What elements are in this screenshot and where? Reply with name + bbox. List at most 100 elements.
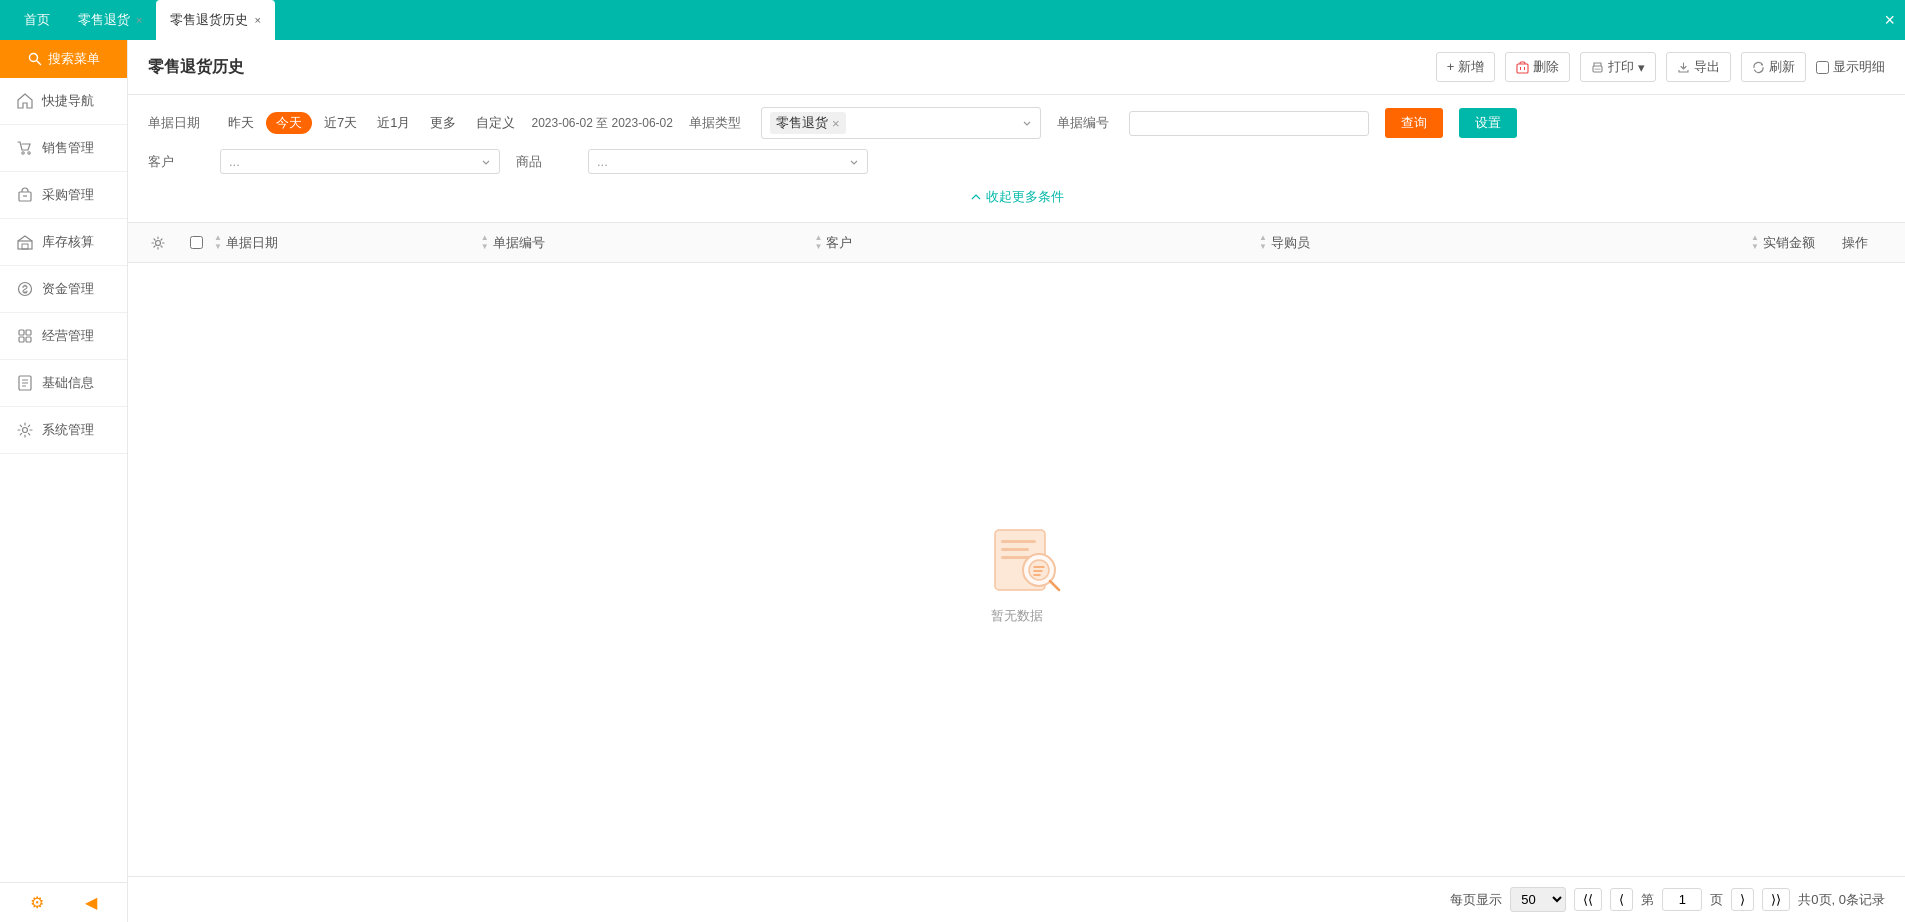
svg-rect-12	[26, 337, 31, 342]
refresh-icon	[1752, 61, 1765, 74]
show-detail-checkbox-label[interactable]: 显示明细	[1816, 58, 1885, 76]
th-amount[interactable]: ▲ ▼ 实销金额	[1593, 234, 1815, 252]
page-size-label: 每页显示	[1450, 891, 1502, 909]
th-customer-label: 客户	[826, 234, 852, 252]
sort-customer-icon: ▲ ▼	[814, 234, 822, 251]
tab-retail-return-history-label: 零售退货历史	[170, 11, 248, 29]
doc-type-selected-values: 零售退货 ×	[770, 112, 846, 134]
th-action: 操作	[1815, 234, 1895, 252]
next-page-button[interactable]: ⟩	[1731, 888, 1754, 911]
goods-select[interactable]: ...	[588, 149, 868, 174]
sidebar-item-sales-mgmt-label: 销售管理	[42, 139, 94, 157]
page-size-select[interactable]: 50 10 20 100	[1510, 887, 1566, 912]
tab-retail-return[interactable]: 零售退货 ×	[64, 0, 156, 40]
sidebar-item-purchase-mgmt[interactable]: 采购管理	[0, 172, 127, 219]
sidebar-item-quick-nav[interactable]: 快捷导航	[0, 78, 127, 125]
sort-number-icon: ▲ ▼	[481, 234, 489, 251]
date-option-1month[interactable]: 近1月	[369, 112, 418, 134]
th-guide[interactable]: ▲ ▼ 导购员	[1259, 234, 1593, 252]
th-action-label: 操作	[1842, 234, 1868, 252]
settings-bottom-icon[interactable]: ⚙	[30, 893, 44, 912]
date-option-more[interactable]: 更多	[422, 112, 464, 134]
svg-rect-10	[26, 330, 31, 335]
delete-button[interactable]: 删除	[1505, 52, 1570, 82]
tab-home[interactable]: 首页	[10, 0, 64, 40]
sidebar-item-basic-info[interactable]: 基础信息	[0, 360, 127, 407]
th-checkbox[interactable]	[178, 236, 214, 249]
filter-area: 单据日期 昨天 今天 近7天 近1月 更多 自定义 2023-06-02 至 2…	[128, 95, 1905, 223]
collapse-sidebar-icon[interactable]: ◀	[85, 893, 97, 912]
sidebar-item-operation-mgmt[interactable]: 经营管理	[0, 313, 127, 360]
header-actions: + 新增 删除 打印 ▾ 导出 刷新	[1436, 52, 1885, 82]
refresh-button-label: 刷新	[1769, 58, 1795, 76]
query-button[interactable]: 查询	[1385, 108, 1443, 138]
home-icon	[16, 92, 34, 110]
doc-type-tag-remove[interactable]: ×	[832, 116, 840, 131]
empty-illustration	[977, 515, 1057, 595]
collapse-label: 收起更多条件	[986, 188, 1064, 206]
empty-state: 暂无数据	[128, 263, 1905, 876]
chevron-down-icon-3	[849, 157, 859, 167]
doc-type-select[interactable]: 零售退货 ×	[761, 107, 1041, 139]
th-settings[interactable]	[138, 236, 178, 250]
select-all-checkbox[interactable]	[190, 236, 203, 249]
sidebar-item-finance-mgmt[interactable]: 资金管理	[0, 266, 127, 313]
print-button[interactable]: 打印 ▾	[1580, 52, 1656, 82]
setting-button[interactable]: 设置	[1459, 108, 1517, 138]
refresh-button[interactable]: 刷新	[1741, 52, 1806, 82]
first-page-button[interactable]: ⟨⟨	[1574, 888, 1602, 911]
page-header: 零售退货历史 + 新增 删除 打印 ▾ 导出	[128, 40, 1905, 95]
svg-rect-9	[19, 330, 24, 335]
gear-icon	[151, 236, 165, 250]
customer-select[interactable]: ...	[220, 149, 500, 174]
print-dropdown-icon[interactable]: ▾	[1638, 60, 1645, 75]
date-range: 2023-06-02 至 2023-06-02	[531, 115, 672, 132]
total-info: 共0页, 0条记录	[1798, 891, 1885, 909]
sidebar-item-operation-mgmt-label: 经营管理	[42, 327, 94, 345]
th-customer[interactable]: ▲ ▼ 客户	[814, 234, 1259, 252]
customer-placeholder: ...	[229, 154, 240, 169]
sort-date-icon: ▲ ▼	[214, 234, 222, 251]
svg-point-23	[156, 240, 161, 245]
tab-retail-return-history[interactable]: 零售退货历史 ×	[156, 0, 274, 40]
th-number[interactable]: ▲ ▼ 单据编号	[481, 234, 815, 252]
tab-list: 首页 零售退货 × 零售退货历史 ×	[10, 0, 1884, 40]
date-option-custom[interactable]: 自定义	[468, 112, 523, 134]
page-input[interactable]	[1662, 888, 1702, 911]
th-date[interactable]: ▲ ▼ 单据日期	[214, 234, 481, 252]
table-header: ▲ ▼ 单据日期 ▲ ▼ 单据编号 ▲ ▼	[128, 223, 1905, 263]
finance-icon	[16, 280, 34, 298]
export-button-label: 导出	[1694, 58, 1720, 76]
tab-retail-return-close[interactable]: ×	[136, 14, 142, 26]
sidebar-item-quick-nav-label: 快捷导航	[42, 92, 94, 110]
export-icon	[1677, 61, 1690, 74]
page-unit: 页	[1710, 891, 1723, 909]
tab-retail-return-history-close[interactable]: ×	[254, 14, 260, 26]
date-option-7days[interactable]: 近7天	[316, 112, 365, 134]
search-menu[interactable]: 搜索菜单	[0, 40, 127, 78]
sidebar-item-system-mgmt-label: 系统管理	[42, 421, 94, 439]
search-menu-label: 搜索菜单	[48, 50, 100, 68]
prev-page-button[interactable]: ⟨	[1610, 888, 1633, 911]
filter-row-1: 单据日期 昨天 今天 近7天 近1月 更多 自定义 2023-06-02 至 2…	[148, 107, 1885, 139]
window-close-button[interactable]: ×	[1884, 10, 1895, 31]
page-title: 零售退货历史	[148, 57, 244, 78]
svg-rect-22	[1595, 68, 1601, 70]
show-detail-checkbox[interactable]	[1816, 61, 1829, 74]
last-page-button[interactable]: ⟩⟩	[1762, 888, 1790, 911]
delete-button-label: 删除	[1533, 58, 1559, 76]
tab-retail-return-label: 零售退货	[78, 11, 130, 29]
doc-number-input[interactable]	[1129, 111, 1369, 136]
svg-point-2	[22, 152, 24, 154]
collapse-button[interactable]: 收起更多条件	[970, 188, 1064, 206]
chevron-down-icon-2	[481, 157, 491, 167]
sidebar-item-sales-mgmt[interactable]: 销售管理	[0, 125, 127, 172]
date-option-yesterday[interactable]: 昨天	[220, 112, 262, 134]
sidebar-item-inventory-calc[interactable]: 库存核算	[0, 219, 127, 266]
export-button[interactable]: 导出	[1666, 52, 1731, 82]
sidebar-item-system-mgmt[interactable]: 系统管理	[0, 407, 127, 454]
info-icon	[16, 374, 34, 392]
add-button[interactable]: + 新增	[1436, 52, 1495, 82]
date-option-today[interactable]: 今天	[266, 112, 312, 134]
main-layout: 搜索菜单 快捷导航 销售管理 采购管理	[0, 40, 1905, 922]
